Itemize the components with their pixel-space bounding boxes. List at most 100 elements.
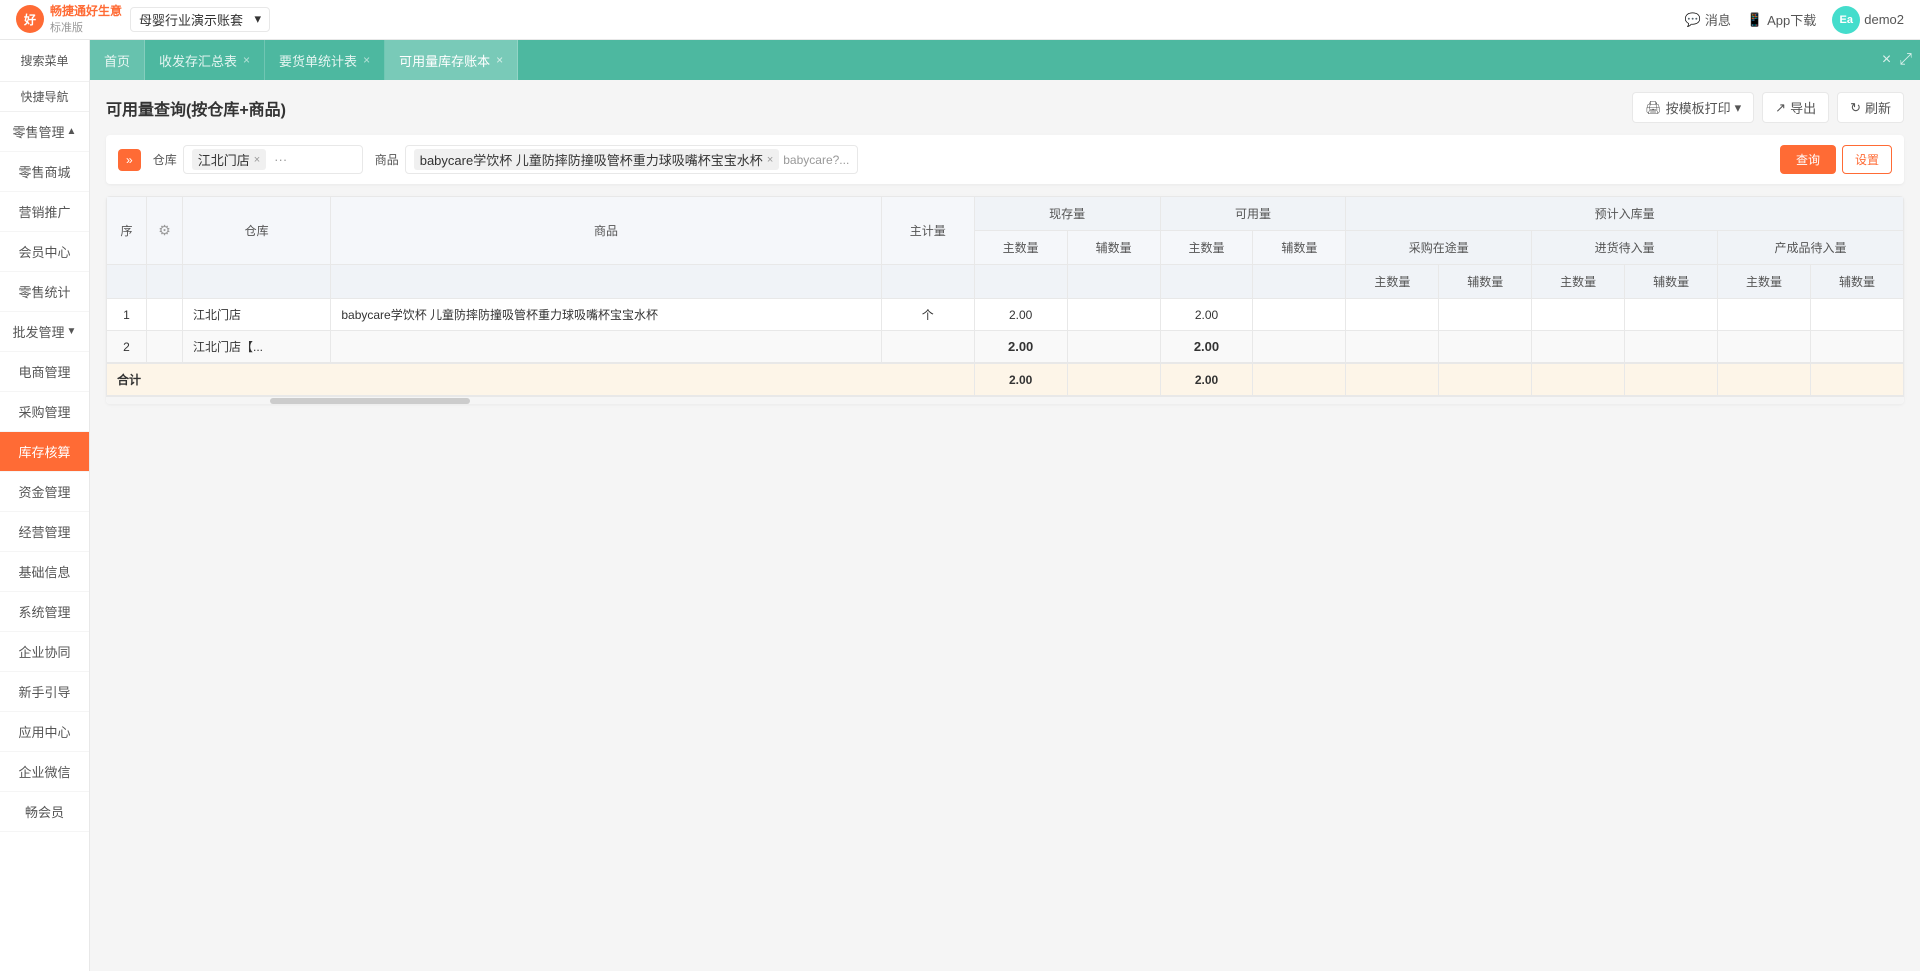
cell-available-main: 2.00 <box>1160 331 1253 364</box>
footer-product-main <box>1718 363 1811 396</box>
user-menu[interactable]: Ea demo2 <box>1832 6 1904 34</box>
th-product-pending: 产成品待入量 <box>1718 231 1904 265</box>
cell-incoming-main <box>1532 299 1625 331</box>
filter-toggle-btn[interactable]: » <box>118 149 141 171</box>
maximize-btn[interactable]: ⤢ <box>1899 51 1912 69</box>
cell-purchase-main <box>1346 299 1439 331</box>
th-product-main: 主数量 <box>1718 265 1811 299</box>
product-tag-text-1: babycare学饮杯 儿童防摔防撞吸管杯重力球吸嘴杯宝宝水杯 <box>420 150 763 169</box>
th-product-aux: 辅数量 <box>1810 265 1903 299</box>
cell-product: babycare学饮杯 儿童防摔防撞吸管杯重力球吸嘴杯宝宝水杯 <box>331 299 881 331</box>
tab-home[interactable]: 首页 <box>90 40 145 80</box>
logo-icon: 好 <box>16 5 44 33</box>
sidebar-item-label: 系统管理 <box>18 602 70 621</box>
sidebar-item-wechat[interactable]: 企业微信 <box>0 752 89 792</box>
sidebar-item-member[interactable]: 会员中心 <box>0 232 89 272</box>
sidebar-item-operations[interactable]: 经营管理 <box>0 512 89 552</box>
sidebar-item-label: 经营管理 <box>18 522 70 541</box>
tab-controls: × ⤢ <box>1874 40 1920 80</box>
warehouse-filter-input[interactable]: 江北门店 × ··· <box>183 145 363 174</box>
cell-incoming-main <box>1532 331 1625 364</box>
sidebar-item-label: 企业微信 <box>18 762 70 781</box>
search-menu-btn[interactable]: 搜索菜单 <box>8 48 81 73</box>
sidebar-item-label: 应用中心 <box>18 722 70 741</box>
tab-receivable[interactable]: 收发存汇总表 × <box>145 40 265 80</box>
page-title: 可用量查询(按仓库+商品) <box>106 96 286 120</box>
product-tag-remove-1[interactable]: × <box>767 154 773 166</box>
sidebar-item-new-guide[interactable]: 新手引导 <box>0 672 89 712</box>
cell-incoming-aux <box>1625 299 1718 331</box>
sidebar-item-system[interactable]: 系统管理 <box>0 592 89 632</box>
phone-icon: 📱 <box>1747 12 1763 28</box>
cell-product <box>331 331 881 364</box>
user-label: demo2 <box>1864 12 1904 27</box>
logo-area: 好 畅捷通好生意 标准版 <box>16 4 122 34</box>
sidebar-item-zero-retail[interactable]: 零售管理 ▲ <box>0 112 89 152</box>
receivable-tab-label: 收发存汇总表 <box>159 51 237 70</box>
print-btn[interactable]: 🖨 按模板打印 ▾ <box>1632 92 1754 123</box>
query-btn[interactable]: 查询 <box>1780 145 1836 174</box>
tab-close-icon[interactable]: × <box>496 53 503 67</box>
sidebar-item-retail-shop[interactable]: 零售商城 <box>0 152 89 192</box>
sidebar-item-inventory[interactable]: 库存核算 <box>0 432 89 472</box>
th-no: 序 <box>107 197 147 265</box>
sidebar: 搜索菜单 快捷导航 零售管理 ▲ 零售商城 营销推广 会员中心 零售统计 批发管… <box>0 40 90 971</box>
page-actions: 🖨 按模板打印 ▾ ↗ 导出 ↻ 刷新 <box>1632 92 1904 123</box>
warehouse-tag: 江北门店 × <box>192 149 266 170</box>
cell-purchase-aux <box>1439 331 1532 364</box>
sidebar-item-finance[interactable]: 资金管理 <box>0 472 89 512</box>
sidebar-item-marketing[interactable]: 营销推广 <box>0 192 89 232</box>
settings-btn[interactable]: 设置 <box>1842 145 1892 174</box>
industry-label: 母婴行业演示账套 <box>139 10 243 29</box>
sidebar-item-basic[interactable]: 基础信息 <box>0 552 89 592</box>
warehouse-tag-text: 江北门店 <box>198 150 250 169</box>
sidebar-item-enterprise[interactable]: 企业协同 <box>0 632 89 672</box>
warehouse-tag-remove[interactable]: × <box>254 154 260 166</box>
sidebar-item-purchase[interactable]: 采购管理 <box>0 392 89 432</box>
sidebar-item-label: 零售管理 <box>13 122 65 141</box>
horizontal-scrollbar[interactable] <box>270 398 470 404</box>
export-btn[interactable]: ↗ 导出 <box>1762 92 1829 123</box>
cell-purchase-aux <box>1439 299 1532 331</box>
footer-current-main: 2.00 <box>974 363 1067 396</box>
quick-nav-btn[interactable]: 快捷导航 <box>0 82 89 112</box>
product-filter-input[interactable]: babycare学饮杯 儿童防摔防撞吸管杯重力球吸嘴杯宝宝水杯 × babyca… <box>405 145 859 174</box>
printer-icon: 🖨 <box>1645 100 1662 116</box>
sidebar-item-label: 零售统计 <box>18 282 70 301</box>
th-available-aux: 辅数量 <box>1253 231 1346 265</box>
msg-btn[interactable]: 💬 消息 <box>1685 10 1731 29</box>
export-label: 导出 <box>1790 98 1816 117</box>
cell-settings <box>147 299 183 331</box>
sidebar-item-label: 企业协同 <box>18 642 70 661</box>
tab-close-icon[interactable]: × <box>363 53 370 67</box>
tab-order-stats[interactable]: 要货单统计表 × <box>265 40 385 80</box>
sidebar-item-label: 畅会员 <box>25 802 64 821</box>
sidebar-item-label: 营销推广 <box>18 202 70 221</box>
sidebar-item-label: 电商管理 <box>18 362 70 381</box>
cell-current-main: 2.00 <box>974 299 1067 331</box>
footer-incoming-main <box>1532 363 1625 396</box>
sidebar-item-app-center[interactable]: 应用中心 <box>0 712 89 752</box>
th-settings[interactable]: ⚙ <box>147 197 183 265</box>
sidebar-item-label: 基础信息 <box>18 562 70 581</box>
footer-product-aux <box>1810 363 1903 396</box>
tab-available-stock[interactable]: 可用量库存账本 × <box>385 40 518 80</box>
filter-more-icon[interactable]: ··· <box>270 152 291 167</box>
product-tag-overflow: babycare?... <box>783 153 849 167</box>
table-footer-row: 合计 2.00 2.00 <box>107 363 1904 396</box>
sidebar-item-label: 资金管理 <box>18 482 70 501</box>
sidebar-item-retail-stats[interactable]: 零售统计 <box>0 272 89 312</box>
cell-product-aux <box>1810 299 1903 331</box>
cell-no: 1 <box>107 299 147 331</box>
industry-select[interactable]: 母婴行业演示账套 ▾ <box>130 7 270 32</box>
close-tab-btn[interactable]: × <box>1882 51 1891 69</box>
app-download-btn[interactable]: 📱 App下载 <box>1747 10 1816 29</box>
top-bar-right: 💬 消息 📱 App下载 Ea demo2 <box>1685 6 1904 34</box>
refresh-btn[interactable]: ↻ 刷新 <box>1837 92 1904 123</box>
sidebar-item-wholesale[interactable]: 批发管理 ▼ <box>0 312 89 352</box>
sidebar-item-ecommerce[interactable]: 电商管理 <box>0 352 89 392</box>
tab-close-icon[interactable]: × <box>243 53 250 67</box>
main-layout: 搜索菜单 快捷导航 零售管理 ▲ 零售商城 营销推广 会员中心 零售统计 批发管… <box>0 40 1920 971</box>
sidebar-item-vip[interactable]: 畅会员 <box>0 792 89 832</box>
column-settings-icon[interactable]: ⚙ <box>158 222 171 238</box>
